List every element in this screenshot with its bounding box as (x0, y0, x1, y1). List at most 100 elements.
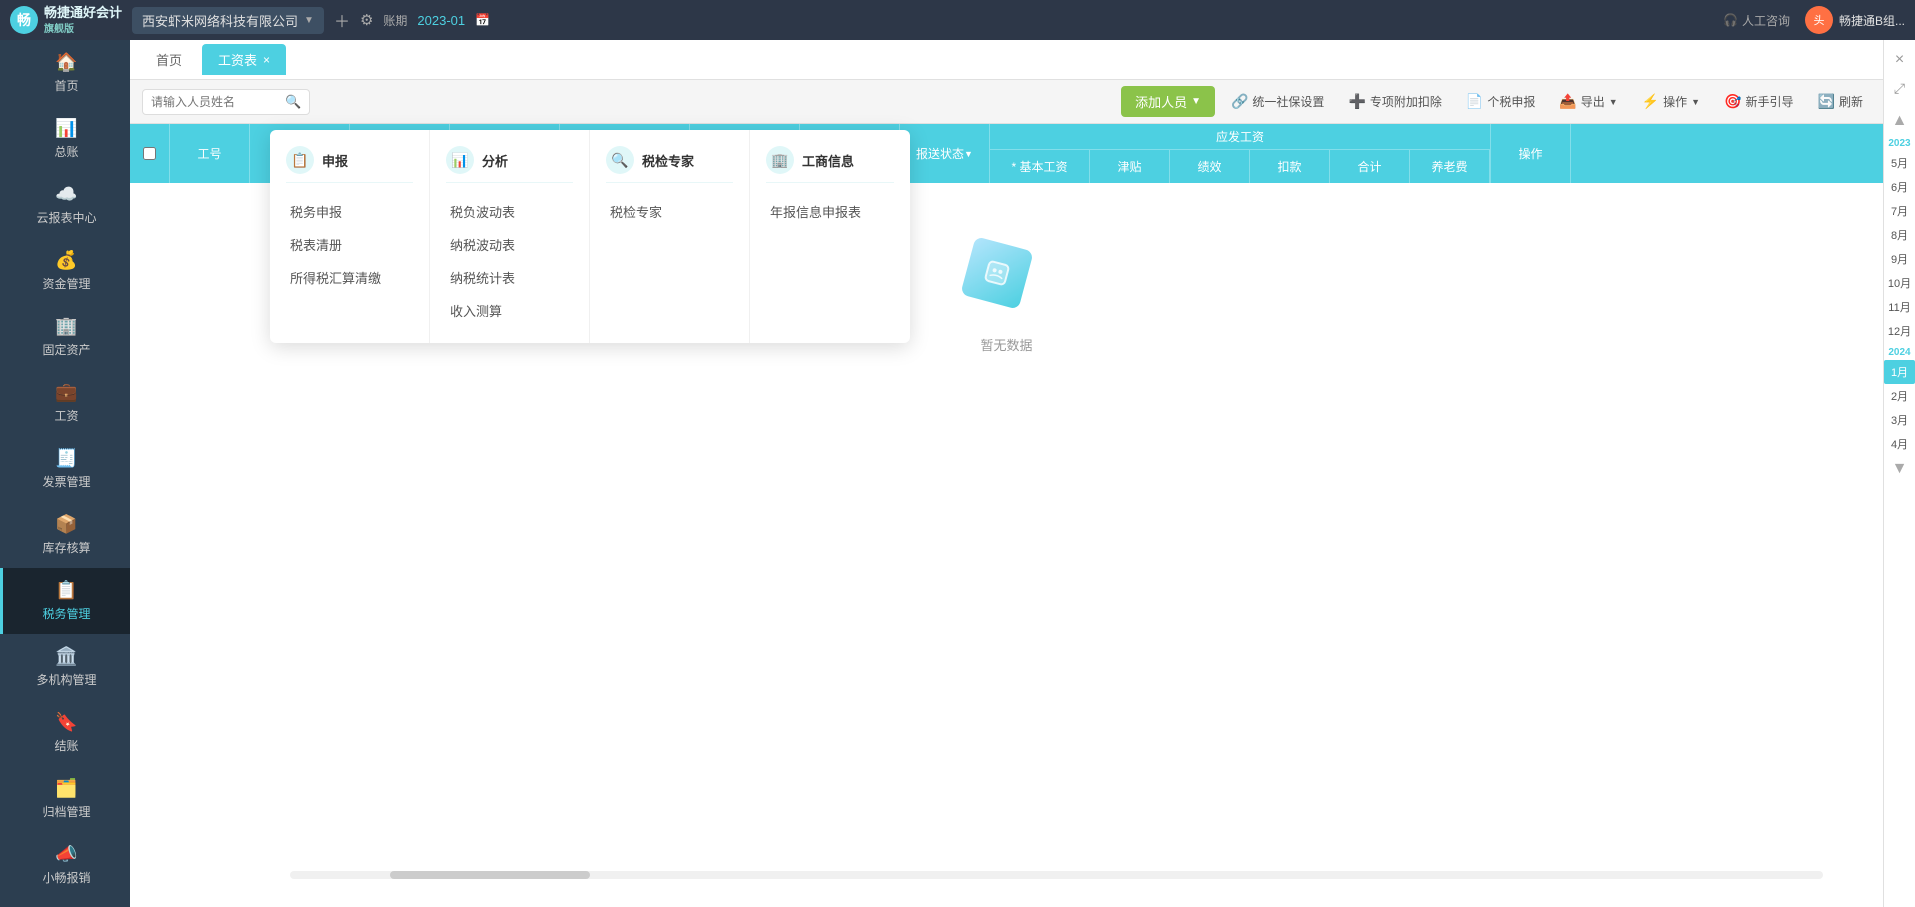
th-base-salary: * 基本工资 (990, 150, 1090, 183)
submit-filter-icon[interactable]: ▼ (964, 149, 973, 159)
sidebar-item-close-account[interactable]: 🔖 结账 (0, 700, 130, 766)
tab-home[interactable]: 首页 (140, 44, 198, 75)
guide-label: 新手引导 (1746, 93, 1794, 110)
main-content: 首页 工资表 × 🔍 添加人员 ▼ 🔗 统一社保设置 ➕ 专项 (130, 40, 1883, 907)
sidebar-item-label-ledger: 总账 (54, 143, 78, 160)
year-nav-down[interactable]: ▼ (1888, 456, 1912, 482)
dropdown-item-tax-expert[interactable]: 税检专家 (606, 195, 733, 228)
month-apr-2024[interactable]: 4月 (1884, 432, 1915, 456)
month-mar-2024[interactable]: 3月 (1884, 408, 1915, 432)
sidebar-item-archive[interactable]: 🗂️ 归档管理 (0, 766, 130, 832)
tab-payroll[interactable]: 工资表 × (202, 44, 286, 75)
month-jan-2024[interactable]: 1月 (1884, 360, 1915, 384)
dropdown-item-tax-table[interactable]: 税表清册 (286, 228, 413, 261)
settings-icon[interactable]: ⚙ (360, 11, 373, 29)
dropdown-item-tax-burden[interactable]: 税负波动表 (446, 195, 573, 228)
export-button[interactable]: 📤 导出 ▼ (1551, 89, 1625, 114)
sidebar-item-inventory[interactable]: 📦 库存核算 (0, 502, 130, 568)
sidebar-item-settings[interactable]: ⚙️ 基础设置 (0, 898, 130, 907)
sidebar-item-label-home: 首页 (54, 77, 78, 94)
operations-button[interactable]: ⚡ 操作 ▼ (1634, 89, 1708, 114)
special-deduction-button[interactable]: ➕ 专项附加扣除 (1340, 89, 1449, 114)
period-value[interactable]: 2023-01 (417, 13, 465, 28)
dropdown-col-declaration: 📋 申报 税务申报 税表清册 所得税汇算清缴 (270, 130, 430, 343)
refresh-button[interactable]: 🔄 刷新 (1810, 89, 1871, 114)
sidebar-item-label-close-account: 结账 (54, 737, 78, 754)
sidebar-item-funds[interactable]: 💰 资金管理 (0, 238, 130, 304)
th-employee-id: 工号 (170, 124, 250, 183)
sidebar-item-label-inventory: 库存核算 (42, 539, 90, 556)
sidebar-item-cloud-report[interactable]: ☁️ 云报表中心 (0, 172, 130, 238)
dropdown-item-income-estimate[interactable]: 收入测算 (446, 294, 573, 327)
user-info[interactable]: 头 畅捷通B组... (1805, 6, 1905, 34)
ledger-icon: 📊 (55, 118, 77, 139)
dropdown-item-annual-report[interactable]: 年报信息申报表 (766, 195, 894, 228)
th-group-payable-header: 应发工资 (990, 124, 1490, 150)
sidebar-item-general-ledger[interactable]: 📊 总账 (0, 106, 130, 172)
sidebar-item-invoice[interactable]: 🧾 发票管理 (0, 436, 130, 502)
service-button[interactable]: 🎧 人工咨询 (1723, 12, 1790, 29)
month-oct-2023[interactable]: 10月 (1884, 271, 1915, 295)
th-checkbox[interactable] (130, 124, 170, 183)
month-jun-2023[interactable]: 6月 (1884, 175, 1915, 199)
add-person-button[interactable]: 添加人员 ▼ (1121, 86, 1215, 117)
company-selector[interactable]: 西安虾米网络科技有限公司 ▼ (132, 7, 324, 34)
calendar-icon[interactable]: 📅 (475, 13, 490, 27)
horizontal-scrollbar[interactable] (270, 863, 1843, 887)
month-sep-2023[interactable]: 9月 (1884, 247, 1915, 271)
dropdown-col-tax-expert: 🔍 税检专家 税检专家 (590, 130, 750, 343)
analysis-col-icon: 📊 (446, 146, 474, 174)
tab-close-icon[interactable]: × (263, 53, 270, 67)
refresh-icon: 🔄 (1818, 93, 1835, 110)
dropdown-col-header-business: 🏢 工商信息 (766, 146, 894, 183)
month-nov-2023[interactable]: 11月 (1884, 295, 1915, 319)
year-panel: ▲ 2023 5月 6月 7月 8月 9月 10月 11月 12月 2024 1… (1884, 100, 1915, 482)
sidebar-item-payroll[interactable]: 💼 工资 (0, 370, 130, 436)
top-bar-right: 🎧 人工咨询 头 畅捷通B组... (1723, 6, 1905, 34)
sidebar-item-home[interactable]: 🏠 首页 (0, 40, 130, 106)
scrollbar-track (290, 871, 1823, 879)
select-all-checkbox[interactable] (143, 147, 156, 160)
export-icon: 📤 (1559, 93, 1576, 110)
month-feb-2024[interactable]: 2月 (1884, 384, 1915, 408)
sidebar-item-label-invoice: 发票管理 (42, 473, 90, 490)
dropdown-item-tax-declaration[interactable]: 税务申报 (286, 195, 413, 228)
payroll-icon: 💼 (55, 382, 77, 403)
year-nav-up[interactable]: ▲ (1888, 108, 1912, 134)
search-box[interactable]: 🔍 (142, 89, 310, 115)
social-security-button[interactable]: 🔗 统一社保设置 (1223, 89, 1332, 114)
dropdown-col-business: 🏢 工商信息 年报信息申报表 (750, 130, 910, 343)
sidebar-item-label-tax: 税务管理 (42, 605, 90, 622)
sidebar-item-multi-org[interactable]: 🏛️ 多机构管理 (0, 634, 130, 700)
invoice-icon: 🧾 (55, 448, 77, 469)
headset-icon: 🎧 (1723, 13, 1738, 27)
logo-text-block: 畅捷通好会计 旗舰版 (44, 5, 122, 36)
tab-bar: 首页 工资表 × (130, 40, 1883, 80)
tax-return-icon: 📄 (1466, 93, 1483, 110)
sidebar-item-tax[interactable]: 📋 税务管理 (0, 568, 130, 634)
dropdown-col-analysis: 📊 分析 税负波动表 纳税波动表 纳税统计表 收入测算 (430, 130, 590, 343)
sidebar-item-assets[interactable]: 🏢 固定资产 (0, 304, 130, 370)
sidebar-item-label-expense: 小畅报销 (42, 869, 90, 886)
sidebar-item-label-assets: 固定资产 (42, 341, 90, 358)
dropdown-col-header-tax-expert: 🔍 税检专家 (606, 146, 733, 183)
month-dec-2023[interactable]: 12月 (1884, 319, 1915, 343)
toolbar: 🔍 添加人员 ▼ 🔗 统一社保设置 ➕ 专项附加扣除 📄 个税申报 📤 导出 (130, 80, 1883, 124)
right-panel-close[interactable]: × (1888, 48, 1912, 72)
add-company-button[interactable]: ＋ (334, 8, 350, 32)
month-may-2023[interactable]: 5月 (1884, 151, 1915, 175)
close-account-icon: 🔖 (55, 712, 77, 733)
business-col-icon: 🏢 (766, 146, 794, 174)
month-aug-2023[interactable]: 8月 (1884, 223, 1915, 247)
dropdown-item-tax-fluctuation[interactable]: 纳税波动表 (446, 228, 573, 261)
right-panel-maximize[interactable]: ⤢ (1888, 76, 1912, 100)
scrollbar-thumb[interactable] (390, 871, 590, 879)
sidebar-item-expense[interactable]: 📣 小畅报销 (0, 832, 130, 898)
tax-return-button[interactable]: 📄 个税申报 (1458, 89, 1543, 114)
month-jul-2023[interactable]: 7月 (1884, 199, 1915, 223)
dropdown-item-tax-stats[interactable]: 纳税统计表 (446, 261, 573, 294)
search-input[interactable] (151, 95, 281, 109)
social-security-label: 统一社保设置 (1252, 93, 1324, 110)
guide-button[interactable]: 🎯 新手引导 (1716, 89, 1801, 114)
dropdown-item-annual-tax[interactable]: 所得税汇算清缴 (286, 261, 413, 294)
